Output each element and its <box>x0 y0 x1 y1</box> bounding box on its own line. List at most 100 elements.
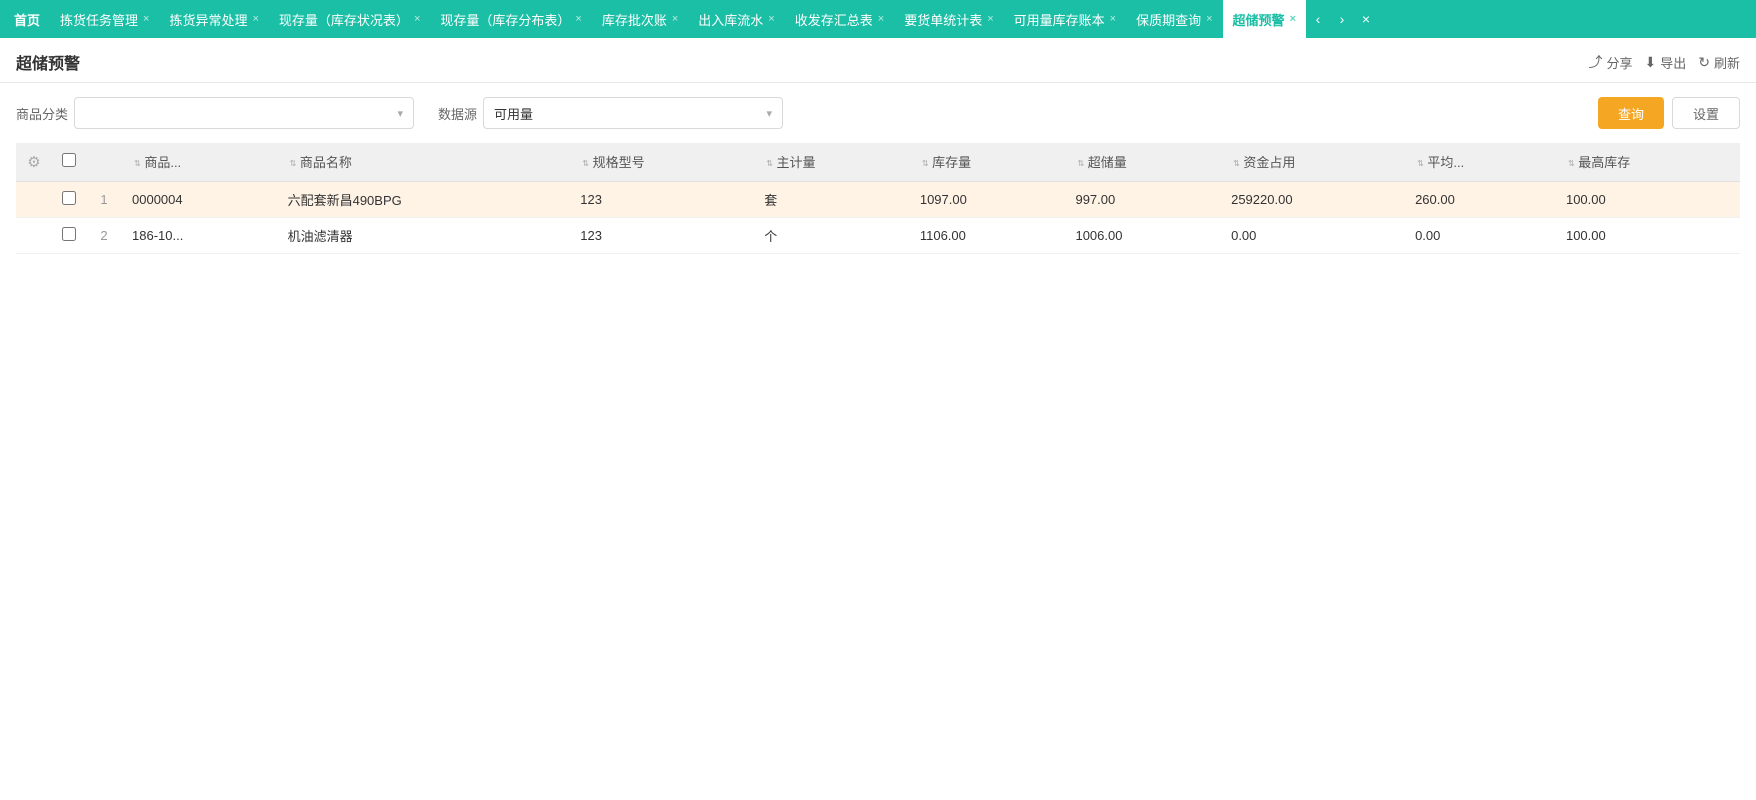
nav-tab-abnormal[interactable]: 拣货异常处理 × <box>159 0 268 38</box>
stock-qty-col-header[interactable]: ⇅ 库存量 <box>910 143 1066 181</box>
export-icon: ⬇ <box>1645 54 1657 71</box>
close-icon[interactable]: × <box>252 13 258 25</box>
nav-tab-available-ledger[interactable]: 可用量库存账本 × <box>1004 0 1126 38</box>
close-icon[interactable]: × <box>768 13 774 25</box>
nav-tab-inout-flow-label: 出入库流水 <box>698 10 763 29</box>
nav-tab-available-ledger-label: 可用量库存账本 <box>1014 10 1105 29</box>
sort-icon: ⇅ <box>922 159 929 168</box>
nav-tab-collect-send-label: 收发存汇总表 <box>795 10 873 29</box>
row-checkbox[interactable] <box>62 191 76 205</box>
nav-tab-order-stat-label: 要货单统计表 <box>904 10 982 29</box>
close-icon[interactable]: × <box>878 13 884 25</box>
row-stock-qty: 1097.00 <box>910 181 1066 217</box>
gear-icon[interactable]: ⚙ <box>27 154 40 171</box>
nav-tab-home-label: 首页 <box>14 10 40 29</box>
close-icon[interactable]: × <box>987 13 993 25</box>
row-product-code: 186-10... <box>122 217 278 253</box>
max-stock-col-header[interactable]: ⇅ 最高库存 <box>1556 143 1740 181</box>
nav-tab-overstock-warning[interactable]: 超储预警 × <box>1223 0 1306 38</box>
row-checkbox[interactable] <box>62 227 76 241</box>
nav-tab-overstock-warning-label: 超储预警 <box>1233 10 1285 29</box>
select-all-checkbox[interactable] <box>62 153 76 167</box>
nav-tab-inout-flow[interactable]: 出入库流水 × <box>688 0 784 38</box>
nav-next-arrow[interactable]: › <box>1330 0 1354 38</box>
settings-button[interactable]: 设置 <box>1672 97 1740 129</box>
refresh-icon: ↻ <box>1698 54 1710 71</box>
row-product-code: 0000004 <box>122 181 278 217</box>
sort-icon: ⇅ <box>290 159 297 168</box>
refresh-button[interactable]: ↻ 刷新 <box>1698 53 1740 72</box>
category-select[interactable]: ▾ <box>74 97 414 129</box>
row-gear-cell <box>16 217 52 253</box>
nav-tab-batch-account-label: 库存批次账 <box>602 10 667 29</box>
query-button[interactable]: 查询 <box>1598 97 1664 129</box>
close-icon[interactable]: × <box>143 13 149 25</box>
nav-tab-quality-check[interactable]: 保质期查询 × <box>1126 0 1222 38</box>
nav-tab-inventory-status[interactable]: 现存量（库存状况表） × <box>269 0 430 38</box>
row-number: 2 <box>86 217 122 253</box>
row-avg: 260.00 <box>1405 181 1556 217</box>
row-gear-cell <box>16 181 52 217</box>
sort-icon: ⇅ <box>1233 159 1240 168</box>
datasource-value: 可用量 <box>494 104 533 123</box>
rownum-col-header <box>86 143 122 181</box>
sort-icon: ⇅ <box>1568 159 1575 168</box>
row-checkbox-cell[interactable] <box>52 217 86 253</box>
row-checkbox-cell[interactable] <box>52 181 86 217</box>
sort-icon: ⇅ <box>1077 159 1084 168</box>
share-button[interactable]: ⤴ 分享 <box>1588 52 1632 72</box>
checkbox-col-header[interactable] <box>52 143 86 181</box>
unit-col-header[interactable]: ⇅ 主计量 <box>754 143 910 181</box>
datasource-filter: 数据源 可用量 ▾ <box>438 97 783 129</box>
datasource-select[interactable]: 可用量 ▾ <box>483 97 783 129</box>
row-capital-used: 259220.00 <box>1221 181 1405 217</box>
row-max-stock: 100.00 <box>1556 217 1740 253</box>
datasource-label: 数据源 <box>438 104 477 123</box>
sort-icon: ⇅ <box>766 159 773 168</box>
row-overstock-qty: 1006.00 <box>1065 217 1221 253</box>
nav-tab-home[interactable]: 首页 <box>4 0 50 38</box>
product-code-col-header[interactable]: ⇅ 商品... <box>122 143 278 181</box>
nav-tab-batch-account[interactable]: 库存批次账 × <box>592 0 688 38</box>
filter-buttons: 查询 设置 <box>1598 97 1740 129</box>
table-container: ⚙ ⇅ 商品... ⇅ 商品名称 ⇅ <box>0 143 1756 254</box>
nav-tab-inventory-dist[interactable]: 现存量（库存分布表） × <box>430 0 591 38</box>
close-icon[interactable]: × <box>672 13 678 25</box>
sort-icon: ⇅ <box>1417 159 1424 168</box>
capital-used-col-header[interactable]: ⇅ 资金占用 <box>1221 143 1405 181</box>
sort-icon: ⇅ <box>134 159 141 168</box>
table-row: 2 186-10... 机油滤清器 123 个 1106.00 1006.00 … <box>16 217 1740 253</box>
row-stock-qty: 1106.00 <box>910 217 1066 253</box>
close-icon[interactable]: × <box>1206 13 1212 25</box>
row-max-stock: 100.00 <box>1556 181 1740 217</box>
avg-col-header[interactable]: ⇅ 平均... <box>1405 143 1556 181</box>
row-unit: 个 <box>754 217 910 253</box>
page-container: 超储预警 ⤴ 分享 ⬇ 导出 ↻ 刷新 商品分类 ▾ 数据源 <box>0 38 1756 800</box>
sort-icon: ⇅ <box>582 159 589 168</box>
filter-area: 商品分类 ▾ 数据源 可用量 ▾ 查询 设置 <box>0 83 1756 143</box>
row-spec: 123 <box>570 181 754 217</box>
row-avg: 0.00 <box>1405 217 1556 253</box>
row-product-name: 机油滤清器 <box>278 217 571 253</box>
close-icon[interactable]: × <box>1290 13 1296 25</box>
table-row: 1 0000004 六配套新昌490BPG 123 套 1097.00 997.… <box>16 181 1740 217</box>
nav-tab-task-mgmt-label: 拣货任务管理 <box>60 10 138 29</box>
close-icon[interactable]: × <box>575 13 581 25</box>
spec-col-header[interactable]: ⇅ 规格型号 <box>570 143 754 181</box>
nav-tab-order-stat[interactable]: 要货单统计表 × <box>894 0 1003 38</box>
export-button[interactable]: ⬇ 导出 <box>1645 53 1687 72</box>
page-title: 超储预警 <box>16 50 80 74</box>
nav-tab-inventory-dist-label: 现存量（库存分布表） <box>440 10 570 29</box>
nav-tab-quality-check-label: 保质期查询 <box>1136 10 1201 29</box>
nav-close-arrow[interactable]: × <box>1354 0 1378 38</box>
overstock-qty-col-header[interactable]: ⇅ 超储量 <box>1065 143 1221 181</box>
nav-tab-task-mgmt[interactable]: 拣货任务管理 × <box>50 0 159 38</box>
row-capital-used: 0.00 <box>1221 217 1405 253</box>
close-icon[interactable]: × <box>1110 13 1116 25</box>
product-name-col-header[interactable]: ⇅ 商品名称 <box>278 143 571 181</box>
row-number: 1 <box>86 181 122 217</box>
nav-prev-arrow[interactable]: ‹ <box>1306 0 1330 38</box>
nav-tab-collect-send[interactable]: 收发存汇总表 × <box>785 0 894 38</box>
page-header: 超储预警 ⤴ 分享 ⬇ 导出 ↻ 刷新 <box>0 38 1756 83</box>
close-icon[interactable]: × <box>414 13 420 25</box>
